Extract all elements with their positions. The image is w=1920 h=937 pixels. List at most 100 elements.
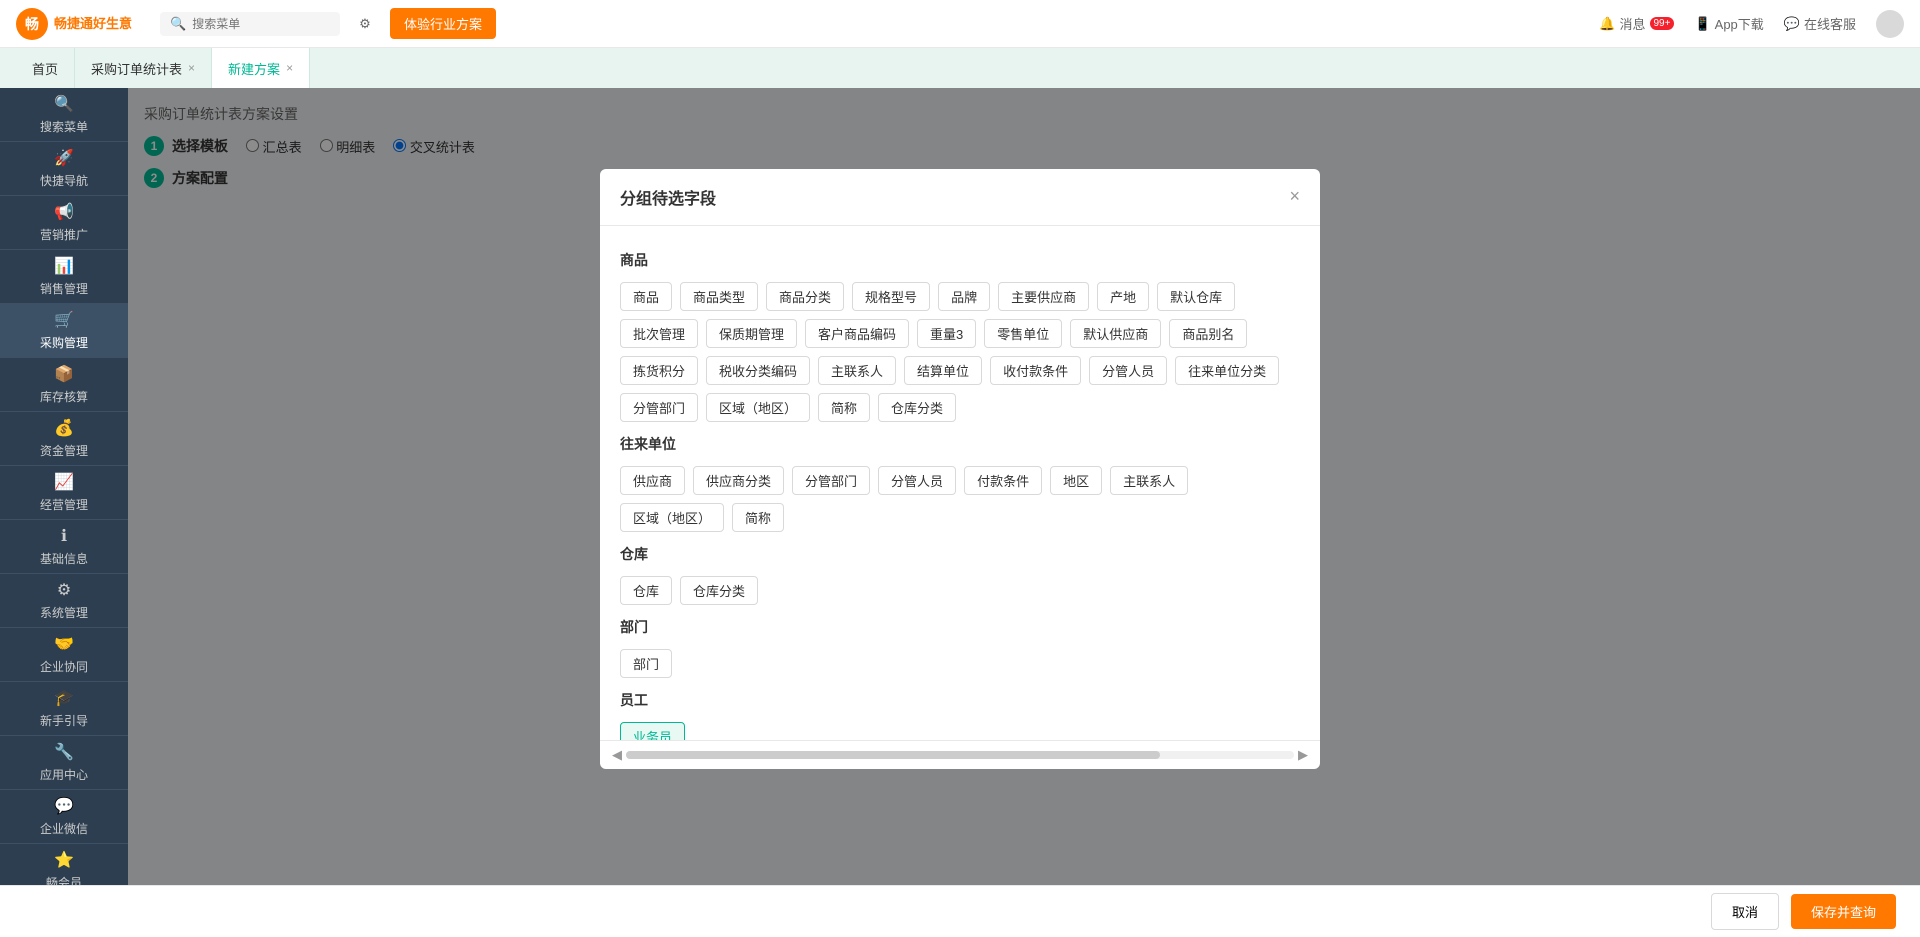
cancel-button[interactable]: 取消 — [1711, 893, 1779, 930]
avatar[interactable] — [1876, 10, 1904, 38]
tab-new-scheme-close[interactable]: × — [286, 61, 293, 75]
search-menu-icon: 🔍 — [54, 94, 74, 114]
sidebar-item-guide-label: 新手引导 — [40, 712, 88, 729]
tag-goods-main-supplier[interactable]: 主要供应商 — [998, 282, 1089, 311]
message-icon: 🔔 — [1599, 16, 1615, 32]
tab-new-scheme-label: 新建方案 — [228, 59, 280, 78]
app-icon: 📱 — [1694, 16, 1710, 32]
tag-goods-brand[interactable]: 品牌 — [938, 282, 990, 311]
gear-button[interactable]: ⚙ — [350, 9, 380, 39]
sidebar-item-system[interactable]: ⚙ 系统管理 — [0, 574, 128, 628]
tag-goods-category[interactable]: 商品分类 — [766, 282, 844, 311]
sidebar-item-sales[interactable]: 📊 销售管理 — [0, 250, 128, 304]
sidebar-item-finance-label: 资金管理 — [40, 442, 88, 459]
tag-goods-customer-code[interactable]: 客户商品编码 — [805, 319, 909, 348]
sidebar-item-search-label: 搜索菜单 — [40, 118, 88, 135]
logo-icon: 畅 — [16, 8, 48, 40]
sidebar-item-wecom[interactable]: 💬 企业微信 — [0, 790, 128, 844]
tag-goods-batch[interactable]: 批次管理 — [620, 319, 698, 348]
tag-goods-retail-unit[interactable]: 零售单位 — [984, 319, 1062, 348]
tag-partner-region[interactable]: 地区 — [1050, 466, 1102, 495]
tag-goods-manager[interactable]: 分管人员 — [1089, 356, 1167, 385]
tag-goods-region[interactable]: 区域（地区） — [706, 393, 810, 422]
system-icon: ⚙ — [57, 580, 71, 600]
sidebar-item-basics[interactable]: ℹ 基础信息 — [0, 520, 128, 574]
service-label: 在线客服 — [1804, 14, 1856, 33]
apps-icon: 🔧 — [54, 742, 74, 762]
tag-warehouse-item[interactable]: 仓库 — [620, 576, 672, 605]
sidebar-item-collab[interactable]: 🤝 企业协同 — [0, 628, 128, 682]
sidebar-item-purchase[interactable]: 🛒 采购管理 — [0, 304, 128, 358]
tag-goods-weight[interactable]: 重量3 — [917, 319, 976, 348]
tag-partner-supplier-category[interactable]: 供应商分类 — [693, 466, 784, 495]
sidebar-item-inventory-label: 库存核算 — [40, 388, 88, 405]
scroll-track — [626, 751, 1294, 759]
sidebar-item-search[interactable]: 🔍 搜索菜单 — [0, 88, 128, 142]
tag-goods-origin[interactable]: 产地 — [1097, 282, 1149, 311]
tag-goods-dept[interactable]: 分管部门 — [620, 393, 698, 422]
sales-icon: 📊 — [54, 256, 74, 276]
message-badge: 99+ — [1650, 17, 1675, 30]
search-input[interactable] — [192, 17, 330, 31]
sidebar-item-apps[interactable]: 🔧 应用中心 — [0, 736, 128, 790]
tag-goods-payment-terms[interactable]: 收付款条件 — [990, 356, 1081, 385]
experience-button[interactable]: 体验行业方案 — [390, 8, 496, 39]
tag-group-warehouse: 仓库 仓库分类 — [620, 576, 1300, 605]
tab-purchase-stats-close[interactable]: × — [188, 61, 195, 75]
tag-goods-expiry[interactable]: 保质期管理 — [706, 319, 797, 348]
collab-icon: 🤝 — [54, 634, 74, 654]
wecom-icon: 💬 — [54, 796, 74, 816]
tag-goods-type[interactable]: 商品类型 — [680, 282, 758, 311]
tag-partner-dept[interactable]: 分管部门 — [792, 466, 870, 495]
tag-goods-default-supplier[interactable]: 默认供应商 — [1070, 319, 1161, 348]
tag-partner-area[interactable]: 区域（地区） — [620, 503, 724, 532]
sidebar: 🔍 搜索菜单 🚀 快捷导航 📢 营销推广 📊 销售管理 🛒 采购管理 📦 库存核… — [0, 88, 128, 937]
tag-goods-item[interactable]: 商品 — [620, 282, 672, 311]
sidebar-item-inventory[interactable]: 📦 库存核算 — [0, 358, 128, 412]
tag-staff-salesperson[interactable]: 业务员 — [620, 722, 685, 740]
field-select-modal: 分组待选字段 × 商品 商品 商品类型 商品分类 规格型号 品牌 主要供应商 产… — [600, 169, 1320, 769]
finance-icon: 💰 — [54, 418, 74, 438]
tab-home[interactable]: 首页 — [16, 48, 75, 88]
tag-warehouse-category[interactable]: 仓库分类 — [680, 576, 758, 605]
tag-partner-manager[interactable]: 分管人员 — [878, 466, 956, 495]
sidebar-item-guide[interactable]: 🎓 新手引导 — [0, 682, 128, 736]
tag-goods-main-contact[interactable]: 主联系人 — [818, 356, 896, 385]
tag-goods-warehouse-category[interactable]: 仓库分类 — [878, 393, 956, 422]
tag-partner-contact[interactable]: 主联系人 — [1110, 466, 1188, 495]
app-download-nav[interactable]: 📱 App下载 — [1694, 14, 1763, 33]
tag-partner-short-name[interactable]: 简称 — [732, 503, 784, 532]
online-service-nav[interactable]: 💬 在线客服 — [1784, 14, 1856, 33]
sidebar-item-finance[interactable]: 💰 资金管理 — [0, 412, 128, 466]
top-bar: 畅 畅捷通好生意 🔍 ⚙ 体验行业方案 🔔 消息 99+ 📱 App下载 💬 在… — [0, 0, 1920, 48]
sidebar-item-operations[interactable]: 📈 经营管理 — [0, 466, 128, 520]
search-box[interactable]: 🔍 — [160, 12, 340, 36]
modal-close-btn[interactable]: × — [1289, 186, 1300, 207]
section-title-dept: 部门 — [620, 617, 1300, 637]
tag-goods-short-name[interactable]: 简称 — [818, 393, 870, 422]
modal-scroll-bar: ◀ ▶ — [600, 740, 1320, 769]
tab-purchase-stats[interactable]: 采购订单统计表 × — [75, 48, 212, 88]
tag-partner-supplier[interactable]: 供应商 — [620, 466, 685, 495]
save-query-button[interactable]: 保存并查询 — [1791, 894, 1896, 929]
sidebar-item-collab-label: 企业协同 — [40, 658, 88, 675]
scroll-right-arrow[interactable]: ▶ — [1298, 747, 1308, 763]
tag-goods-partner-category[interactable]: 往来单位分类 — [1175, 356, 1279, 385]
tag-goods-alias[interactable]: 商品别名 — [1169, 319, 1247, 348]
sidebar-item-basics-label: 基础信息 — [40, 550, 88, 567]
sidebar-item-marketing[interactable]: 📢 营销推广 — [0, 196, 128, 250]
scroll-thumb — [626, 751, 1160, 759]
tag-goods-default-warehouse[interactable]: 默认仓库 — [1157, 282, 1235, 311]
quick-nav-icon: 🚀 — [54, 148, 74, 168]
tag-goods-settlement-unit[interactable]: 结算单位 — [904, 356, 982, 385]
tab-new-scheme[interactable]: 新建方案 × — [212, 48, 310, 88]
tag-goods-pick-score[interactable]: 拣货积分 — [620, 356, 698, 385]
scroll-left-arrow[interactable]: ◀ — [612, 747, 622, 763]
sidebar-item-quick-nav[interactable]: 🚀 快捷导航 — [0, 142, 128, 196]
tag-group-partner: 供应商 供应商分类 分管部门 分管人员 付款条件 地区 主联系人 区域（地区） … — [620, 466, 1300, 532]
tag-dept-item[interactable]: 部门 — [620, 649, 672, 678]
tag-partner-payment[interactable]: 付款条件 — [964, 466, 1042, 495]
tag-goods-spec[interactable]: 规格型号 — [852, 282, 930, 311]
tag-goods-tax-code[interactable]: 税收分类编码 — [706, 356, 810, 385]
message-nav[interactable]: 🔔 消息 99+ — [1599, 14, 1674, 33]
